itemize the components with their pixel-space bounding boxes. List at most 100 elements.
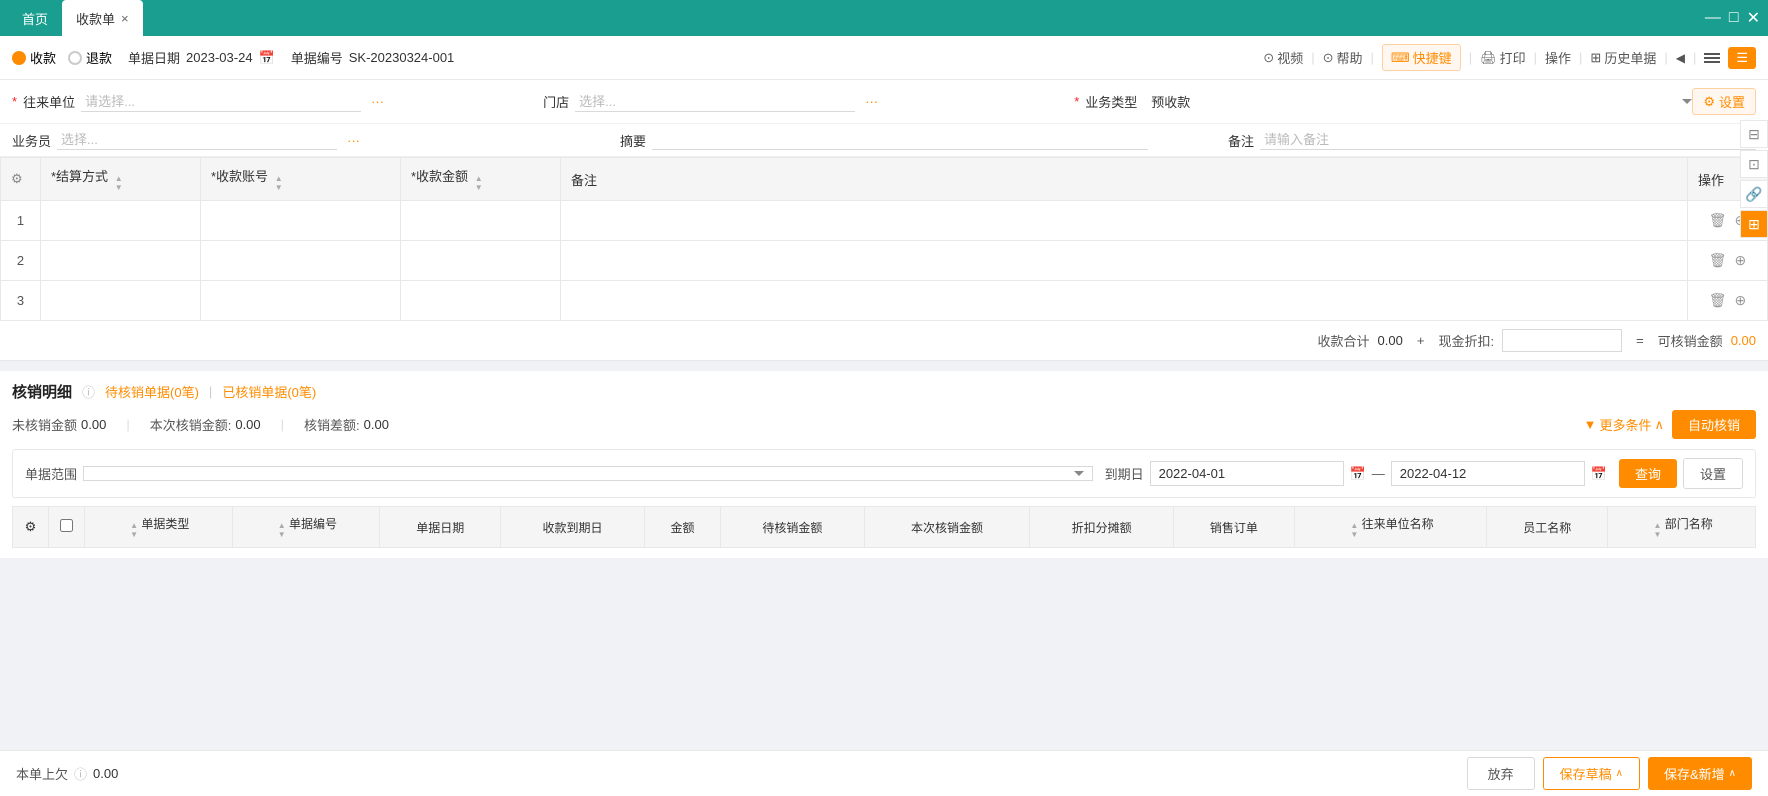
counterpart-input[interactable] [81, 92, 361, 112]
radio-dot-refund [68, 51, 82, 65]
footer-bar: 本单上欠 ⓘ 0.00 放弃 保存草稿 ∧ 保存&新增 ∧ [0, 750, 1768, 796]
table-settings-icon[interactable]: ⚙ [11, 171, 23, 186]
settings-gear-icon: ⚙ [1703, 94, 1715, 110]
help-action[interactable]: ⊙ 帮助 [1323, 48, 1363, 67]
window-close-icon[interactable]: ✕ [1747, 8, 1760, 28]
table-settings-col: ⚙ [1, 158, 41, 201]
print-icon: 🖨 [1480, 50, 1497, 66]
remark-input[interactable] [1260, 130, 1756, 150]
rfp-table-icon[interactable]: ⊟ [1740, 120, 1768, 148]
history-icon: ⊞ [1590, 50, 1601, 66]
print-action[interactable]: 🖨 打印 [1480, 48, 1526, 67]
video-icon: ⊙ [1263, 50, 1274, 66]
bill-date-field: 单据日期 2023-03-24 📅 [128, 48, 275, 67]
info-icon-footer: ⓘ [74, 764, 87, 783]
bt-settings-col: ⚙ [13, 507, 49, 548]
counterpart-more-icon[interactable]: ··· [367, 94, 388, 109]
row-copy-icon-3[interactable]: ⊕ [1735, 292, 1747, 309]
writeoff-stats: 未核销金额 0.00 | 本次核销金额: 0.00 | 核销差额: 0.00 ▼… [12, 410, 1756, 439]
auto-writeoff-btn[interactable]: 自动核销 [1672, 410, 1756, 439]
discount-input[interactable] [1502, 329, 1622, 352]
summary-input[interactable] [652, 130, 1148, 150]
tab-close-icon[interactable]: × [121, 11, 129, 26]
bt-col-current-writeoff: 本次核销金额 [864, 507, 1030, 548]
business-type-chevron[interactable] [1682, 99, 1692, 104]
writeoff-title: 核销明细 [12, 381, 72, 402]
writeoff-table: ⚙ ▲▼ 单据类型 ▲▼ 单据编号 单据日期 [12, 506, 1756, 548]
rfp-doc-icon[interactable]: ⊡ [1740, 150, 1768, 178]
filter-settings-btn[interactable]: 设置 [1683, 458, 1743, 489]
save-draft-btn[interactable]: 保存草稿 ∧ [1543, 757, 1640, 790]
bt-col-amount: 金额 [644, 507, 720, 548]
rfp-expand-icon[interactable]: ⊞ [1740, 210, 1768, 238]
row-delete-icon-1[interactable]: 🗑 [1709, 212, 1727, 229]
pending-tab[interactable]: 待核销单据(0笔) [105, 382, 199, 401]
range-select[interactable] [83, 466, 1093, 481]
writeoff-section: 核销明细 ⓘ 待核销单据(0笔) | 已核销单据(0笔) 未核销金额 0.00 … [0, 371, 1768, 558]
save-draft-chevron: ∧ [1616, 768, 1623, 779]
row-num-1: 1 [1, 201, 41, 241]
query-btn[interactable]: 查询 [1619, 459, 1677, 488]
staff-field: 业务员 ··· [12, 130, 540, 150]
date-end-calendar-icon[interactable]: 📅 [1591, 466, 1607, 482]
more-conditions-btn[interactable]: ▼ 更多条件 ∧ [1584, 415, 1664, 434]
bt-col-pending: 待核销金额 [721, 507, 864, 548]
save-new-btn[interactable]: 保存&新增 ∧ [1648, 757, 1752, 790]
counterpart-field: * 往来单位 ··· [12, 92, 527, 112]
bill-no-field: 单据编号 SK-20230324-001 [291, 48, 455, 67]
nav-tab-receipt[interactable]: 收款单 × [62, 0, 143, 36]
bt-settings-icon[interactable]: ⚙ [25, 519, 37, 534]
date-end-input[interactable] [1391, 461, 1585, 486]
row-num-3: 3 [1, 281, 41, 321]
shortcut-btn[interactable]: ⌨ 快捷键 [1382, 44, 1461, 71]
radio-refund[interactable]: 退款 [68, 48, 112, 67]
history-action[interactable]: ⊞ 历史单据 [1590, 48, 1656, 67]
window-max-icon[interactable]: □ [1729, 9, 1739, 27]
totals-row: 收款合计 0.00 + 现金折扣: = 可核销金额 0.00 [0, 321, 1768, 361]
col-settlement: *结算方式 ▲▼ [41, 158, 201, 201]
receipt-table: ⚙ *结算方式 ▲▼ *收款账号 ▲▼ *收款金额 ▲▼ [0, 157, 1768, 321]
table-row: 2 🗑 ⊕ [1, 241, 1768, 281]
date-start-input[interactable] [1150, 461, 1344, 486]
date-filter: 到期日 📅 — 📅 [1105, 461, 1607, 486]
col-remark: 备注 [561, 158, 1688, 201]
discard-btn[interactable]: 放弃 [1467, 757, 1535, 790]
receipt-refund-toggle: 收款 退款 [12, 48, 112, 67]
calendar-icon[interactable]: 📅 [259, 50, 275, 66]
layout-btn[interactable]: ☰ [1728, 47, 1756, 69]
right-float-panel: ⊟ ⊡ 🔗 ⊞ [1740, 120, 1768, 238]
nav-prev-icon[interactable]: ◀ [1676, 51, 1685, 65]
bt-col-sales-order: 销售订单 [1173, 507, 1294, 548]
staff-input[interactable] [57, 130, 337, 150]
shortcut-icon: ⌨ [1391, 50, 1410, 66]
radio-receipt[interactable]: 收款 [12, 48, 56, 67]
row-delete-icon-2[interactable]: 🗑 [1709, 252, 1727, 269]
shop-input[interactable] [575, 92, 855, 112]
date-start-calendar-icon[interactable]: 📅 [1350, 466, 1366, 482]
table-row: 3 🗑 ⊕ [1, 281, 1768, 321]
window-min-icon[interactable]: — [1705, 9, 1721, 27]
bt-col-dept: ▲▼ 部门名称 [1608, 507, 1756, 548]
bt-col-receipt-due: 收款到期日 [501, 507, 644, 548]
range-filter: 单据范围 [25, 464, 1093, 483]
bt-col-staff: 员工名称 [1487, 507, 1608, 548]
settings-button[interactable]: ⚙ 设置 [1692, 88, 1756, 115]
rfp-link-icon[interactable]: 🔗 [1740, 180, 1768, 208]
filter-icon: ▼ [1584, 417, 1597, 432]
staff-more-icon[interactable]: ··· [343, 133, 364, 148]
video-action[interactable]: ⊙ 视频 [1263, 48, 1303, 67]
menu-lines-icon[interactable] [1704, 53, 1720, 63]
bt-col-bill-no: ▲▼ 单据编号 [232, 507, 380, 548]
table-row: 1 🗑 ⊕ [1, 201, 1768, 241]
row-copy-icon-2[interactable]: ⊕ [1735, 252, 1747, 269]
writeoff-info-icon[interactable]: ⓘ [82, 382, 95, 401]
shop-more-icon[interactable]: ··· [861, 94, 882, 109]
save-new-chevron: ∧ [1729, 768, 1736, 779]
nav-home[interactable]: 首页 [8, 0, 62, 36]
done-tab[interactable]: 已核销单据(0笔) [222, 382, 316, 401]
bt-col-bill-type: ▲▼ 单据类型 [85, 507, 233, 548]
operation-action[interactable]: 操作 [1545, 48, 1571, 67]
bt-select-all[interactable] [60, 519, 73, 532]
row-delete-icon-3[interactable]: 🗑 [1709, 292, 1727, 309]
summary-field: 摘要 [620, 130, 1148, 150]
